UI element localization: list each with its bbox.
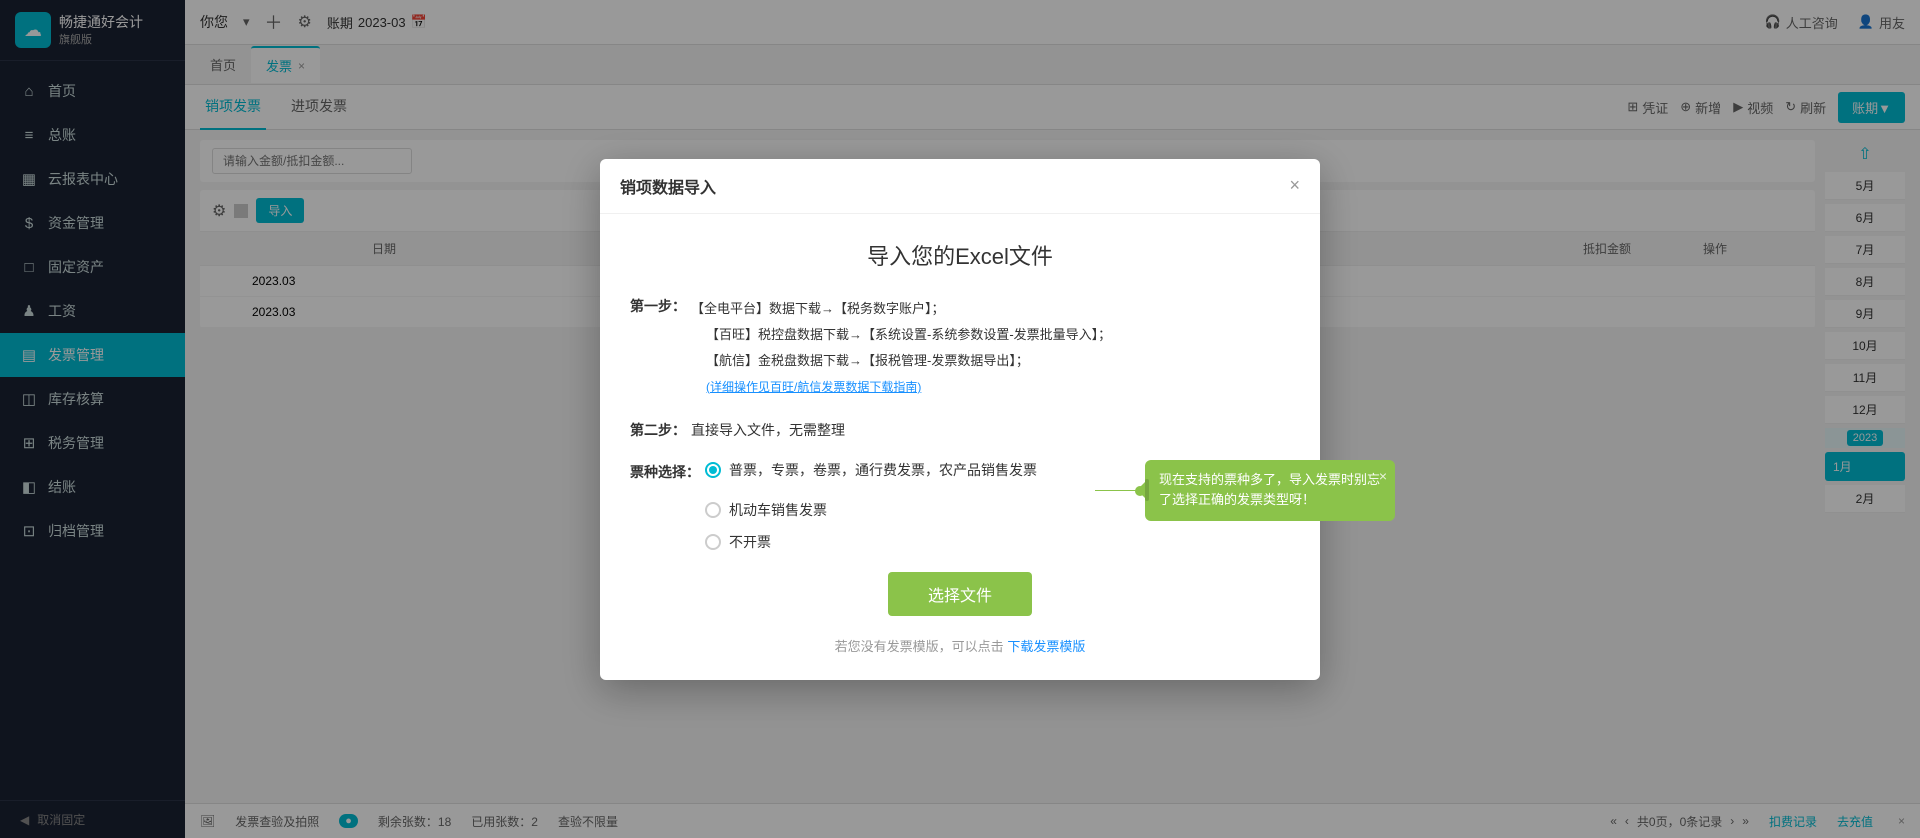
footer-text: 若您没有发票模版，可以点击 [835,639,1004,654]
import-modal: 销项数据导入 × 导入您的Excel文件 第一步： 【全电平台】数据下载→【税务… [600,159,1320,680]
step1-label: 第一步： [630,296,686,316]
step2-content: 直接导入文件，无需整理 [691,420,845,440]
modal-close-btn[interactable]: × [1289,175,1300,196]
modal-main-title: 导入您的Excel文件 [630,239,1290,271]
radio-label-1: 普票，专票，卷票，通行费发票，农产品销售发票 [729,460,1037,480]
modal-header: 销项数据导入 × [600,159,1320,214]
tooltip-text: 现在支持的票种多了，导入发票时别忘了选择正确的发票类型呀！ [1159,472,1380,508]
radio-option-2[interactable]: 机动车销售发票 [705,500,1045,520]
tooltip-close-btn[interactable]: × [1379,465,1387,487]
step1-line-2: 【百旺】税控盘数据下载→【系统设置-系统参数设置-发票批量导入】； [706,322,1111,348]
download-guide-link[interactable]: (详细操作见百旺/航信发票数据下载指南) [706,380,921,394]
modal-footer: 若您没有发票模版，可以点击 下载发票模版 [630,636,1290,655]
tooltip-connector: 现在支持的票种多了，导入发票时别忘了选择正确的发票类型呀！ × [1095,460,1395,522]
step2-label: 第二步： [630,420,686,440]
download-template-link[interactable]: 下载发票模版 [1007,639,1085,654]
radio-section: 票种选择： 普票，专票，卷票，通行费发票，农产品销售发票 [630,460,1290,552]
radio-btn-1[interactable] [705,462,721,478]
radio-option-3[interactable]: 不开票 [705,532,1045,552]
radio-btn-2[interactable] [705,502,721,518]
step1-line-3: 【航信】金税盘数据下载→【报税管理-发票数据导出】； [706,348,1111,374]
modal-title: 销项数据导入 [620,174,716,198]
step1-line-1: 【全电平台】数据下载→【税务数字账户】； [691,296,1111,322]
radio-label-3: 不开票 [729,532,771,552]
step1-section: 第一步： 【全电平台】数据下载→【税务数字账户】； 【百旺】税控盘数据下载→【系… [630,296,1290,400]
radio-btn-3[interactable] [705,534,721,550]
radio-section-label: 票种选择： [630,460,700,482]
modal-body: 导入您的Excel文件 第一步： 【全电平台】数据下载→【税务数字账户】； 【百… [600,214,1320,680]
select-file-btn[interactable]: 选择文件 [888,572,1032,616]
modal-overlay[interactable]: 销项数据导入 × 导入您的Excel文件 第一步： 【全电平台】数据下载→【税务… [0,0,1920,838]
radio-option-1[interactable]: 普票，专票，卷票，通行费发票，农产品销售发票 [705,460,1045,480]
step2-section: 第二步： 直接导入文件，无需整理 [630,420,1290,440]
radio-label-2: 机动车销售发票 [729,500,827,520]
